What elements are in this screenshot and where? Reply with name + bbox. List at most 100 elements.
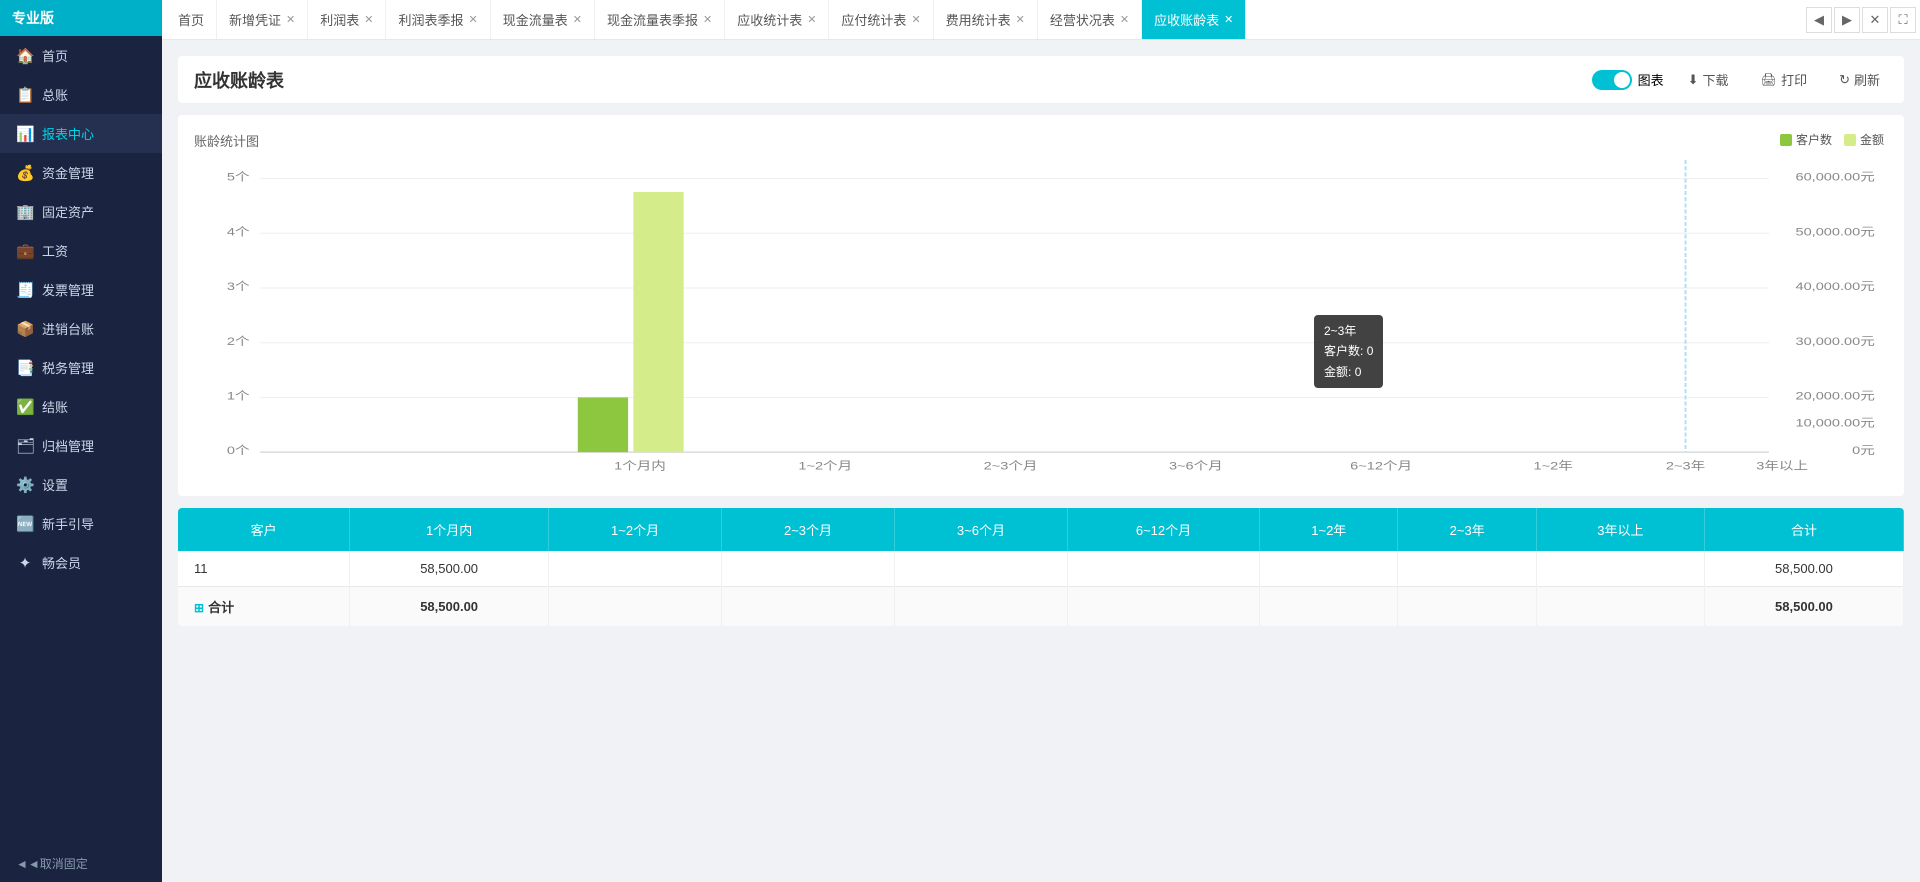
tab-close-voucher[interactable]: ✕	[286, 13, 295, 26]
tab-voucher[interactable]: 新增凭证✕	[217, 0, 308, 40]
tab-close-profit[interactable]: ✕	[364, 13, 373, 26]
tab-profit_quarter[interactable]: 利润表季报 ✕	[386, 0, 490, 40]
tab-aging[interactable]: 应收账龄表✕	[1142, 0, 1246, 40]
sidebar-item-reports[interactable]: 📊报表中心	[0, 114, 162, 153]
svg-text:10,000.00元: 10,000.00元	[1795, 416, 1874, 429]
sidebar-item-ledger[interactable]: 📋总账	[0, 75, 162, 114]
sidebar-label-invoice: 发票管理	[42, 280, 94, 299]
col-header-3: 2~3个月	[722, 508, 895, 551]
sidebar-item-assets[interactable]: 🏢固定资产	[0, 192, 162, 231]
legend-amount-dot	[1844, 134, 1856, 146]
footer-cell-2	[549, 587, 722, 627]
sidebar-label-checkout: 结账	[42, 397, 68, 416]
footer-cell-9: 58,500.00	[1704, 587, 1903, 627]
footer-cell-7	[1398, 587, 1536, 627]
svg-text:6~12个月: 6~12个月	[1350, 459, 1412, 472]
tab-close-receivable[interactable]: ✕	[807, 13, 816, 26]
chart-toggle-label: 图表	[1638, 70, 1664, 89]
sidebar-item-funds[interactable]: 💰资金管理	[0, 153, 162, 192]
sidebar-label-archive: 归档管理	[42, 436, 94, 455]
cell-0-0: 11	[178, 551, 350, 587]
tab-profit[interactable]: 利润表 ✕	[308, 0, 386, 40]
sidebar-label-assets: 固定资产	[42, 202, 94, 221]
tab-prev-btn[interactable]: ◀	[1806, 7, 1832, 33]
col-header-4: 3~6个月	[894, 508, 1067, 551]
download-btn[interactable]: ⬇ 下载	[1680, 66, 1737, 93]
sidebar-icon-guide: 🆕	[16, 515, 34, 533]
download-icon: ⬇	[1688, 72, 1699, 88]
sidebar-collapse-btn[interactable]: ◄◄取消固定	[0, 845, 162, 882]
chart-toggle-wrap: 图表	[1592, 70, 1664, 90]
page-header: 应收账龄表 图表 ⬇ 下载 🖨 打印 ↻ 刷新	[178, 56, 1904, 103]
tab-home[interactable]: 首页	[166, 0, 217, 40]
sidebar-item-checkout[interactable]: ✅ 结账	[0, 387, 162, 426]
sidebar-label-ledger: 总账	[42, 85, 68, 104]
tab-label-receivable: 应收统计表	[737, 10, 802, 29]
tab-operations[interactable]: 经营状况表✕	[1038, 0, 1142, 40]
sidebar-item-home[interactable]: 🏠首页	[0, 36, 162, 75]
chart-container: 5个 4个 3个 2个 1个 0个 60,000.00元 50,000.00元 …	[194, 160, 1888, 480]
sidebar-icon-settings: ⚙️	[16, 476, 34, 494]
sidebar-icon-sales: 📦	[16, 320, 34, 338]
tab-expense[interactable]: 费用统计表✕	[934, 0, 1038, 40]
tab-cashflow[interactable]: 现金流量表 ✕	[491, 0, 595, 40]
tab-payable[interactable]: 应付统计表✕	[829, 0, 933, 40]
sidebar-item-invoice[interactable]: 🧾发票管理	[0, 270, 162, 309]
sidebar-item-sales[interactable]: 📦 进销台账	[0, 309, 162, 348]
sidebar-label-settings: 设置	[42, 475, 68, 494]
chart-toggle[interactable]	[1592, 70, 1632, 90]
footer-cell-0: ⊞合计	[178, 587, 350, 627]
svg-text:3~6个月: 3~6个月	[1169, 459, 1223, 472]
sidebar-item-vip[interactable]: ✦畅会员	[0, 543, 162, 582]
data-table: 客户1个月内1~2个月2~3个月3~6个月6~12个月1~2年2~3年3年以上合…	[178, 508, 1904, 626]
sidebar-icon-archive: 🗂	[16, 437, 34, 455]
sidebar-label-sales: 进销台账	[42, 319, 94, 338]
tab-receivable[interactable]: 应收统计表 ✕	[725, 0, 829, 40]
sidebar-icon-tax: 📑	[16, 359, 34, 377]
sidebar-icon-checkout: ✅	[16, 398, 34, 416]
sidebar-label-home: 首页	[42, 46, 68, 65]
legend-amount: 金额	[1844, 131, 1884, 148]
tab-label-cashflow: 现金流量表	[503, 10, 568, 29]
refresh-btn[interactable]: ↻ 刷新	[1831, 66, 1888, 93]
main-area: 首页新增凭证✕利润表✕利润表季报✕现金流量表✕现金流量表季报✕应收统计表✕应付统…	[162, 0, 1920, 882]
bar-customers-1m	[578, 397, 628, 452]
sidebar-item-settings[interactable]: ⚙️ 设置	[0, 465, 162, 504]
tab-cashflow_quarter[interactable]: 现金流量表季报✕	[595, 0, 725, 40]
tab-label-profit: 利润表	[320, 10, 359, 29]
tab-close-payable[interactable]: ✕	[911, 13, 920, 26]
col-header-7: 2~3年	[1398, 508, 1536, 551]
sidebar-item-archive[interactable]: 🗂 归档管理	[0, 426, 162, 465]
page-actions: 图表 ⬇ 下载 🖨 打印 ↻ 刷新	[1592, 66, 1888, 93]
svg-text:0个: 0个	[227, 444, 250, 457]
chart-svg: 5个 4个 3个 2个 1个 0个 60,000.00元 50,000.00元 …	[194, 160, 1888, 480]
col-header-0: 客户	[178, 508, 350, 551]
print-btn[interactable]: 🖨 打印	[1753, 66, 1816, 93]
tab-close-operations[interactable]: ✕	[1120, 13, 1129, 26]
svg-text:40,000.00元: 40,000.00元	[1795, 280, 1874, 293]
cell-0-7	[1398, 551, 1536, 587]
svg-text:0元: 0元	[1852, 444, 1875, 457]
sidebar-item-tax[interactable]: 📑税务管理	[0, 348, 162, 387]
sidebar-item-guide[interactable]: 🆕新手引导	[0, 504, 162, 543]
sidebar-icon-reports: 📊	[16, 125, 34, 143]
svg-text:2~3年: 2~3年	[1666, 459, 1705, 472]
tab-label-home: 首页	[178, 10, 204, 29]
chart-section: 账龄统计图 客户数 金额 5个 4个 3个 2个 1个	[178, 115, 1904, 496]
svg-text:1个: 1个	[227, 389, 250, 402]
tab-close-profit_quarter[interactable]: ✕	[469, 13, 478, 26]
tab-label-profit_quarter: 利润表季报	[398, 10, 463, 29]
cell-0-8	[1536, 551, 1704, 587]
tab-expand-btn[interactable]: ⛶	[1890, 7, 1916, 33]
sidebar: 专业版 🏠首页📋总账📊报表中心💰资金管理🏢固定资产💼工资🧾发票管理📦进销台账📑税…	[0, 0, 162, 882]
tab-close-cashflow_quarter[interactable]: ✕	[703, 13, 712, 26]
tab-close-btn[interactable]: ✕	[1862, 7, 1888, 33]
sidebar-item-salary[interactable]: 💼工资	[0, 231, 162, 270]
tab-close-cashflow[interactable]: ✕	[573, 13, 582, 26]
tab-next-btn[interactable]: ▶	[1834, 7, 1860, 33]
svg-text:30,000.00元: 30,000.00元	[1795, 334, 1874, 347]
tab-close-aging[interactable]: ✕	[1224, 13, 1233, 26]
tab-close-expense[interactable]: ✕	[1016, 13, 1025, 26]
cell-0-9: 58,500.00	[1704, 551, 1903, 587]
svg-text:1~2年: 1~2年	[1534, 459, 1573, 472]
